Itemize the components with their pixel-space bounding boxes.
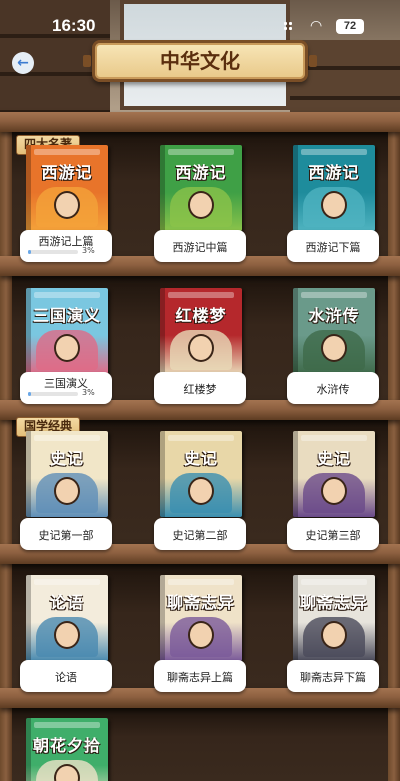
book-title-label[interactable]: 聊斋志异上篇 [154, 660, 246, 692]
book-title: 红楼梦 [183, 383, 217, 396]
book-cover-title: 西游记 [308, 163, 360, 182]
book-title-label[interactable]: 史记第三部 [287, 518, 379, 550]
book-title: 西游记中篇 [172, 241, 228, 254]
book-cover[interactable]: 聊斋志异 [293, 575, 375, 661]
book-cover[interactable]: 西游记 [293, 145, 375, 231]
battery-indicator: 72 [336, 19, 364, 34]
progress-percent: 3% [82, 388, 95, 397]
book-cover[interactable]: 水浒传 [293, 288, 375, 374]
book-title: 聊斋志异下篇 [300, 671, 366, 684]
book-cover[interactable]: 西游记 [26, 145, 108, 231]
book-cover-title: 红楼梦 [175, 306, 227, 325]
book-title-label[interactable]: 西游记中篇 [154, 230, 246, 262]
page-title: 中华文化 [83, 40, 317, 82]
book-cover[interactable]: 史记 [160, 431, 242, 517]
book-cover-title: 三国演义 [32, 306, 101, 325]
book-title-label[interactable]: 聊斋志异下篇 [287, 660, 379, 692]
reading-progress-bar [28, 250, 78, 254]
book-title: 史记第一部 [38, 529, 94, 542]
book-cover-title: 朝花夕拾 [32, 736, 101, 755]
book-cover[interactable]: 三国演义 [26, 288, 108, 374]
signal-icon [284, 22, 294, 32]
book-cover[interactable]: 西游记 [160, 145, 242, 231]
book-title-label[interactable]: 论语 [20, 660, 112, 692]
status-time: 16:30 [52, 16, 96, 35]
book-title-label[interactable]: 水浒传 [287, 372, 379, 404]
reading-progress-bar [28, 392, 78, 396]
book-cover-title: 聊斋志异 [166, 593, 235, 612]
book-cover[interactable]: 论语 [26, 575, 108, 661]
shelf-plank [0, 112, 400, 132]
progress-percent: 3% [82, 246, 95, 255]
book-cover[interactable]: 史记 [26, 431, 108, 517]
book-title-label[interactable]: 红楼梦 [154, 372, 246, 404]
book-title-label[interactable]: 西游记上篇 3% [20, 230, 112, 262]
book-title-label[interactable]: 史记第二部 [154, 518, 246, 550]
book-cover[interactable]: 聊斋志异 [160, 575, 242, 661]
book-title: 水浒传 [316, 383, 350, 396]
book-cover-title: 史记 [183, 449, 218, 468]
book-title-label[interactable]: 三国演义 3% [20, 372, 112, 404]
book-cover[interactable]: 史记 [293, 431, 375, 517]
book-title: 西游记下篇 [305, 241, 361, 254]
book-cover-title: 史记 [316, 449, 351, 468]
book-title-label[interactable]: 西游记下篇 [287, 230, 379, 262]
book-cover-title: 史记 [49, 449, 84, 468]
back-arrow-icon[interactable]: ← [12, 52, 34, 74]
book-title-label[interactable]: 史记第一部 [20, 518, 112, 550]
book-cover[interactable]: 红楼梦 [160, 288, 242, 374]
book-title: 论语 [55, 671, 77, 684]
book-cover-title: 聊斋志异 [299, 593, 368, 612]
book-title: 聊斋志异上篇 [167, 671, 233, 684]
book-cover-title: 西游记 [41, 163, 93, 182]
book-title: 三国演义 [44, 377, 88, 390]
wifi-icon: ◠ [310, 17, 323, 33]
book-title: 西游记上篇 [38, 235, 94, 248]
book-cover[interactable]: 朝花夕拾 [26, 718, 108, 781]
book-cover-title: 论语 [49, 593, 84, 612]
book-title: 史记第二部 [172, 529, 228, 542]
book-cover-title: 水浒传 [308, 306, 360, 325]
status-bar: 16:30 ◠ 72 [0, 0, 400, 40]
book-title: 史记第三部 [305, 529, 361, 542]
book-cover-title: 西游记 [175, 163, 227, 182]
